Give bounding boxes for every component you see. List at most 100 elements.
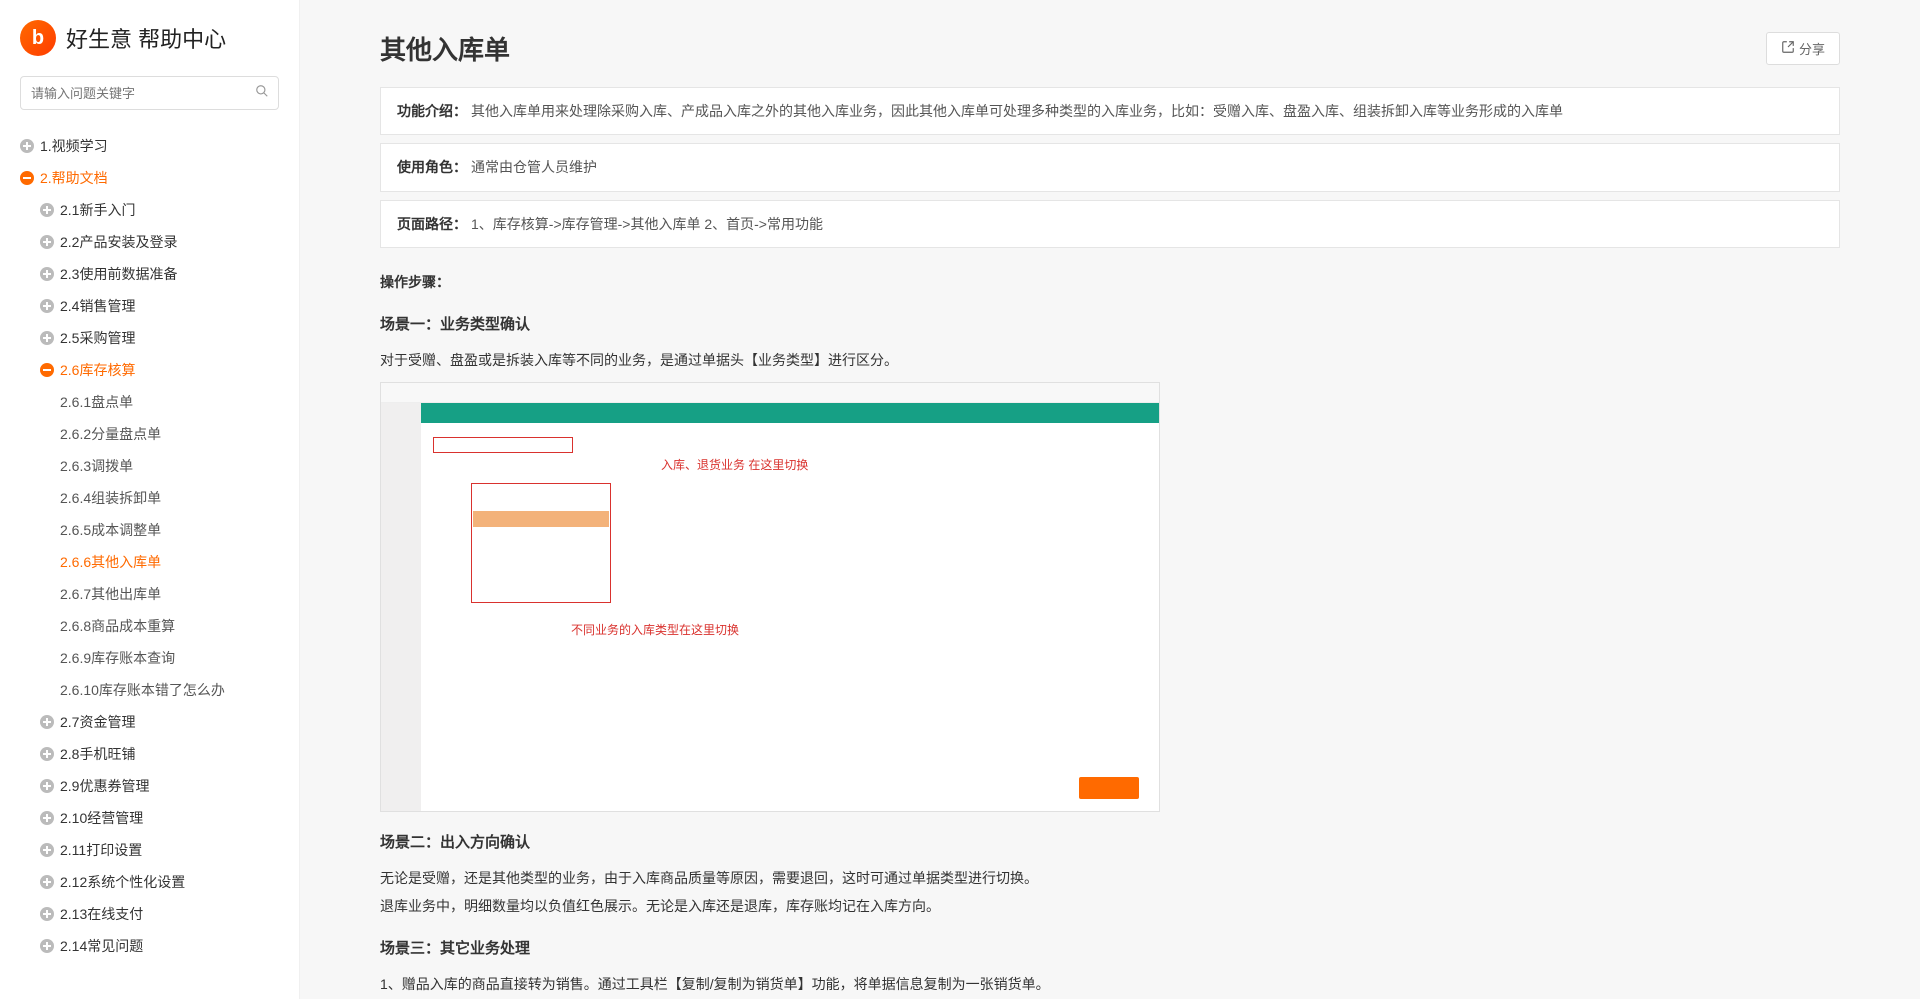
nav-item-2-12[interactable]: 2.12系统个性化设置 (20, 866, 279, 898)
nav-item-2-6-9[interactable]: 2.6.9库存账本查询 (20, 642, 279, 674)
nav-item-2-14[interactable]: 2.14常见问题 (20, 930, 279, 962)
nav-label: 2.13在线支付 (60, 906, 143, 922)
nav-label: 2.6.2分量盘点单 (60, 426, 161, 442)
nav-label: 2.5采购管理 (60, 330, 135, 346)
nav-label: 2.6.8商品成本重算 (60, 618, 175, 634)
role-label: 使用角色： (397, 159, 467, 175)
annotation-2: 不同业务的入库类型在这里切换 (571, 618, 739, 642)
nav-item-2-6-8[interactable]: 2.6.8商品成本重算 (20, 610, 279, 642)
nav-item-2-6-2[interactable]: 2.6.2分量盘点单 (20, 418, 279, 450)
nav-label: 2.6.1盘点单 (60, 394, 133, 410)
expand-icon (40, 331, 54, 345)
nav-label: 2.7资金管理 (60, 714, 135, 730)
scene2-p1: 无论是受赠，还是其他类型的业务，由于入库商品质量等原因，需要退回，这时可通过单据… (380, 864, 1840, 892)
steps-label: 操作步骤： (380, 268, 1840, 296)
scene1-desc: 对于受赠、盘盈或是拆装入库等不同的业务，是通过单据头【业务类型】进行区分。 (380, 346, 1840, 374)
nav-item-2-6-5[interactable]: 2.6.5成本调整单 (20, 514, 279, 546)
main-content: 其他入库单 分享 功能介绍：其他入库单用来处理除采购入库、产成品入库之外的其他入… (300, 0, 1920, 999)
nav-label: 2.6.9库存账本查询 (60, 650, 175, 666)
role-box: 使用角色：通常由仓管人员维护 (380, 143, 1840, 191)
site-title: 好生意 帮助中心 (66, 22, 226, 54)
collapse-icon (20, 171, 34, 185)
expand-icon (40, 299, 54, 313)
expand-icon (40, 203, 54, 217)
nav-item-2-11[interactable]: 2.11打印设置 (20, 834, 279, 866)
nav-label: 2.6.3调拨单 (60, 458, 133, 474)
nav-label: 2.10经营管理 (60, 810, 143, 826)
nav-label: 2.3使用前数据准备 (60, 266, 177, 282)
expand-icon (40, 267, 54, 281)
annotation-1: 入库、退货业务 在这里切换 (661, 453, 808, 477)
intro-label: 功能介绍： (397, 103, 467, 119)
page-title: 其他入库单 (380, 30, 510, 67)
nav-label: 2.6.10库存账本错了怎么办 (60, 682, 225, 698)
scene2-title: 场景二：出入方向确认 (380, 828, 1840, 858)
nav-label: 2.2产品安装及登录 (60, 234, 177, 250)
intro-box: 功能介绍：其他入库单用来处理除采购入库、产成品入库之外的其他入库业务，因此其他入… (380, 87, 1840, 135)
nav-item-2-8[interactable]: 2.8手机旺铺 (20, 738, 279, 770)
nav-item-2-2[interactable]: 2.2产品安装及登录 (20, 226, 279, 258)
nav-item-helpdocs[interactable]: 2.帮助文档 (20, 162, 279, 194)
expand-icon (40, 747, 54, 761)
sidebar: b 好生意 帮助中心 1.视频学习 2.帮助文档 2.1新手入门 2.2产品安装… (0, 0, 300, 999)
nav-item-2-3[interactable]: 2.3使用前数据准备 (20, 258, 279, 290)
nav-label: 2.4销售管理 (60, 298, 135, 314)
nav-item-2-6-6[interactable]: 2.6.6其他入库单 (20, 546, 279, 578)
nav-item-2-1[interactable]: 2.1新手入门 (20, 194, 279, 226)
expand-icon (40, 843, 54, 857)
nav-label: 2.11打印设置 (60, 842, 142, 858)
scene2-p2: 退库业务中，明细数量均以负值红色展示。无论是入库还是退库，库存账均记在入库方向。 (380, 892, 1840, 920)
nav-label: 2.6.4组装拆卸单 (60, 490, 161, 506)
nav-label: 2.8手机旺铺 (60, 746, 135, 762)
search-input[interactable] (20, 76, 279, 110)
nav-item-2-6-1[interactable]: 2.6.1盘点单 (20, 386, 279, 418)
scene1-title: 场景一：业务类型确认 (380, 310, 1840, 340)
role-text: 通常由仓管人员维护 (471, 159, 597, 175)
logo-icon: b (20, 20, 56, 56)
expand-icon (40, 875, 54, 889)
search-icon[interactable] (255, 84, 269, 101)
nav-tree: 1.视频学习 2.帮助文档 2.1新手入门 2.2产品安装及登录 2.3使用前数… (20, 130, 279, 962)
intro-text: 其他入库单用来处理除采购入库、产成品入库之外的其他入库业务，因此其他入库单可处理… (471, 103, 1563, 119)
nav-label: 2.6库存核算 (60, 362, 135, 378)
nav-item-2-6[interactable]: 2.6库存核算 (20, 354, 279, 386)
nav-item-2-5[interactable]: 2.5采购管理 (20, 322, 279, 354)
path-label: 页面路径： (397, 216, 467, 232)
scene3-title: 场景三：其它业务处理 (380, 934, 1840, 964)
path-box: 页面路径：1、库存核算->库存管理->其他入库单 2、首页->常用功能 (380, 200, 1840, 248)
nav-item-2-4[interactable]: 2.4销售管理 (20, 290, 279, 322)
nav-label: 2.6.6其他入库单 (60, 554, 161, 570)
nav-item-2-10[interactable]: 2.10经营管理 (20, 802, 279, 834)
nav-item-2-7[interactable]: 2.7资金管理 (20, 706, 279, 738)
nav-label: 2.帮助文档 (40, 170, 108, 186)
nav-item-2-6-3[interactable]: 2.6.3调拨单 (20, 450, 279, 482)
article-body: 操作步骤： 场景一：业务类型确认 对于受赠、盘盈或是拆装入库等不同的业务，是通过… (380, 268, 1840, 998)
nav-label: 2.6.5成本调整单 (60, 522, 161, 538)
share-button[interactable]: 分享 (1766, 32, 1840, 65)
expand-icon (40, 939, 54, 953)
expand-icon (40, 811, 54, 825)
expand-icon (20, 139, 34, 153)
collapse-icon (40, 363, 54, 377)
screenshot-image: 入库、退货业务 在这里切换 不同业务的入库类型在这里切换 (380, 382, 1160, 812)
share-icon (1781, 40, 1795, 57)
expand-icon (40, 779, 54, 793)
nav-item-video[interactable]: 1.视频学习 (20, 130, 279, 162)
nav-item-2-6-4[interactable]: 2.6.4组装拆卸单 (20, 482, 279, 514)
nav-item-2-6-10[interactable]: 2.6.10库存账本错了怎么办 (20, 674, 279, 706)
nav-item-2-6-7[interactable]: 2.6.7其他出库单 (20, 578, 279, 610)
logo-row: b 好生意 帮助中心 (20, 20, 279, 56)
nav-item-2-9[interactable]: 2.9优惠券管理 (20, 770, 279, 802)
search-box (20, 76, 279, 110)
nav-item-2-13[interactable]: 2.13在线支付 (20, 898, 279, 930)
expand-icon (40, 907, 54, 921)
nav-label: 1.视频学习 (40, 138, 108, 154)
expand-icon (40, 235, 54, 249)
nav-label: 2.6.7其他出库单 (60, 586, 161, 602)
expand-icon (40, 715, 54, 729)
nav-label: 2.9优惠券管理 (60, 778, 149, 794)
scene3-p1: 1、赠品入库的商品直接转为销售。通过工具栏【复制/复制为销货单】功能，将单据信息… (380, 970, 1840, 998)
nav-label: 2.14常见问题 (60, 938, 143, 954)
nav-label: 2.1新手入门 (60, 202, 135, 218)
share-label: 分享 (1799, 39, 1825, 58)
